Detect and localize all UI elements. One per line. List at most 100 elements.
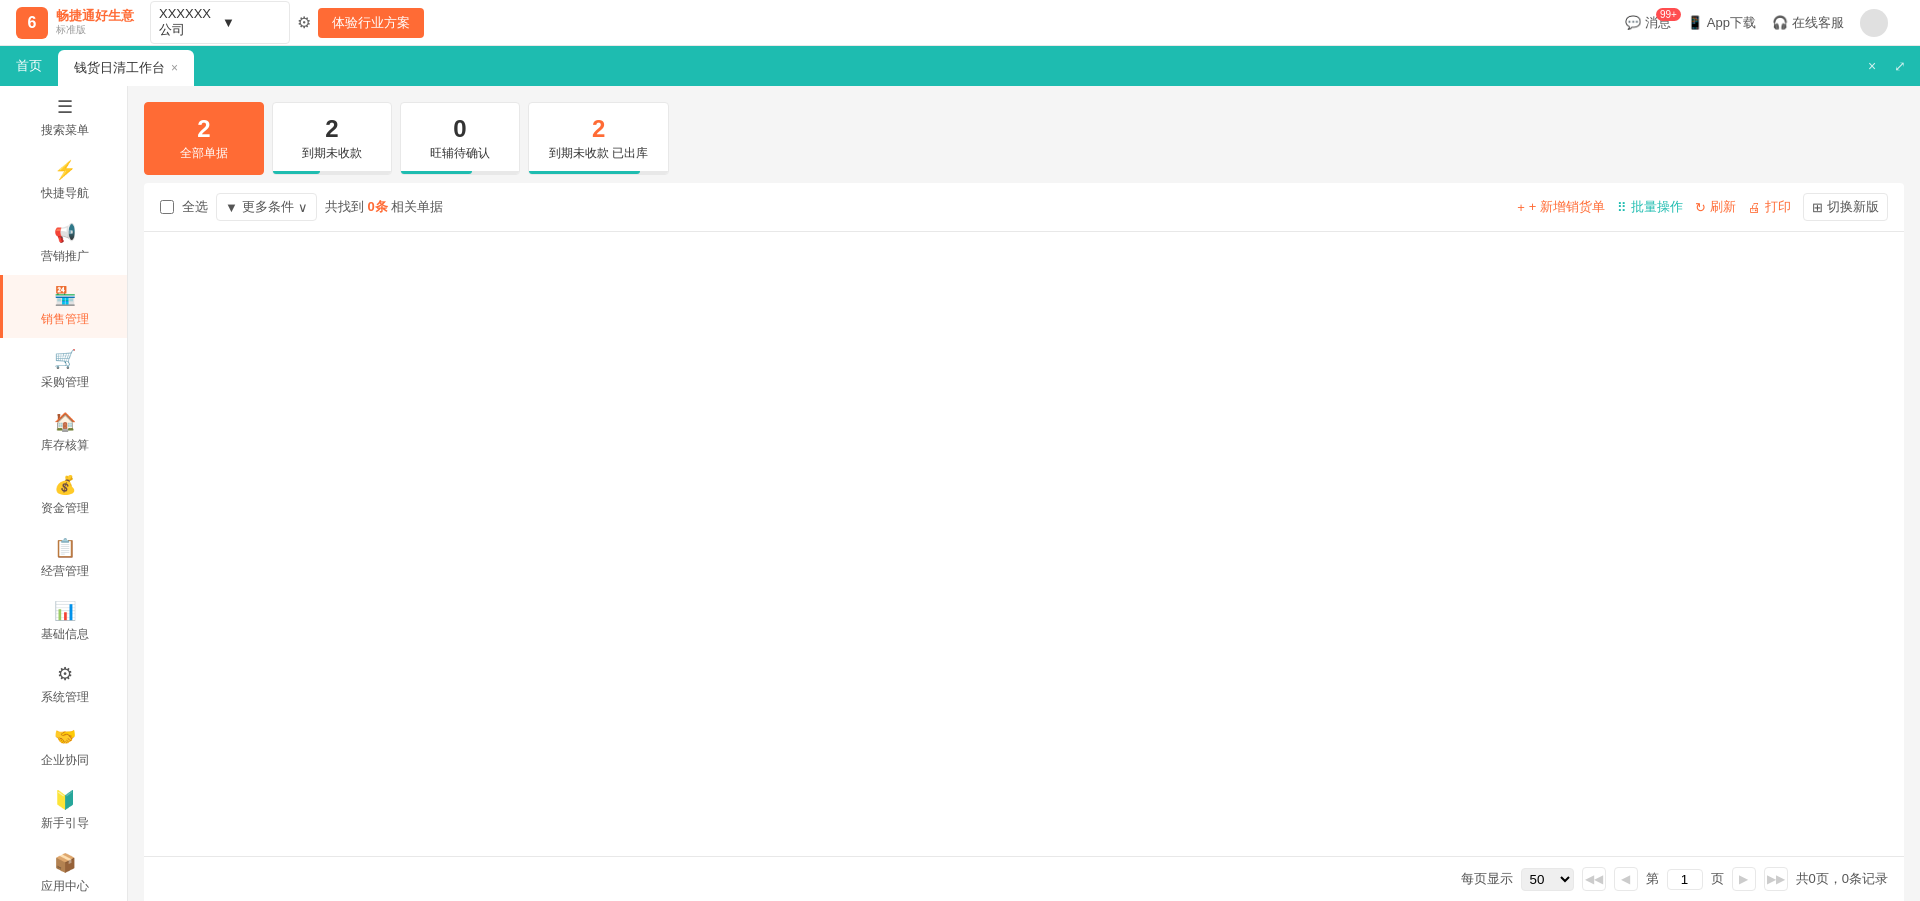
stat-label-all: 全部单据 [165, 145, 243, 162]
sidebar: ☰ 搜索菜单 ⚡ 快捷导航 📢 营销推广 🏪 销售管理 🛒 采购管理 🏠 库存核… [0, 86, 128, 901]
last-page-button[interactable]: ▶▶ [1764, 867, 1788, 891]
add-order-button[interactable]: + + 新增销货单 [1517, 198, 1605, 216]
tab-active-label: 钱货日清工作台 [74, 59, 165, 77]
prev-page-button[interactable]: ◀ [1614, 867, 1638, 891]
page-suffix: 页 [1711, 870, 1724, 888]
search-menu-icon: ☰ [57, 96, 73, 118]
sidebar-label-sales: 销售管理 [41, 311, 89, 328]
tab-home[interactable]: 首页 [0, 46, 58, 86]
total-label: 共0页，0条记录 [1796, 870, 1888, 888]
sidebar-item-operations[interactable]: 📋 经营管理 [0, 527, 127, 590]
sidebar-item-apps[interactable]: 📦 应用中心 [0, 842, 127, 901]
message-badge: 99+ [1656, 8, 1681, 21]
settings-button[interactable]: ⚙ [290, 9, 318, 37]
dropdown-icon: ▼ [222, 15, 281, 30]
switch-version-button[interactable]: ⊞ 切换新版 [1803, 193, 1888, 221]
select-all-checkbox[interactable] [160, 200, 174, 214]
sidebar-item-search-menu[interactable]: ☰ 搜索菜单 [0, 86, 127, 149]
sidebar-label-finance: 资金管理 [41, 500, 89, 517]
page-number-input[interactable] [1667, 869, 1703, 890]
page-size-select[interactable]: 50 100 200 [1521, 868, 1574, 891]
header-right: 💬 消息 99+ 📱 App下载 🎧 在线客服 [1625, 9, 1904, 37]
stat-num-pending: 0 [421, 115, 499, 143]
sidebar-item-guide[interactable]: 🔰 新手引导 [0, 779, 127, 842]
table-area [144, 232, 1904, 856]
page-size-label: 每页显示 [1461, 870, 1513, 888]
sidebar-item-coop[interactable]: 🤝 企业协同 [0, 716, 127, 779]
filter-label: 更多条件 [242, 198, 294, 216]
sidebar-item-sales[interactable]: 🏪 销售管理 [0, 275, 127, 338]
select-all-label[interactable]: 全选 [182, 198, 208, 216]
stat-card-all[interactable]: 2 全部单据 [144, 102, 264, 175]
filter-chevron: ∨ [298, 200, 308, 215]
content-area: 2 全部单据 2 到期未收款 0 旺辅待确认 2 到期未收款 已出库 全选 [128, 86, 1920, 901]
marketing-icon: 📢 [54, 222, 76, 244]
company-selector[interactable]: XXXXXX公司 ▼ [150, 1, 290, 44]
refresh-button[interactable]: ↻ 刷新 [1695, 198, 1736, 216]
sidebar-item-base-info[interactable]: 📊 基础信息 [0, 590, 127, 653]
sidebar-label-guide: 新手引导 [41, 815, 89, 832]
operations-icon: 📋 [54, 537, 76, 559]
tab-bar: 首页 钱货日清工作台 × × ⤢ [0, 46, 1920, 86]
stat-label-overdue: 到期未收款 [293, 145, 371, 162]
sales-icon: 🏪 [54, 285, 76, 307]
finance-icon: 💰 [54, 474, 76, 496]
top-header: 6 畅捷通好生意 标准版 XXXXXX公司 ▼ ⚙ 体验行业方案 💬 消息 99… [0, 0, 1920, 46]
sidebar-label-apps: 应用中心 [41, 878, 89, 895]
logo-icon: 6 [16, 7, 48, 39]
quick-nav-icon: ⚡ [54, 159, 76, 181]
window-close-button[interactable]: × [1860, 54, 1884, 78]
trial-button[interactable]: 体验行业方案 [318, 8, 424, 38]
app-icon: 📱 [1687, 15, 1703, 30]
sidebar-label-base-info: 基础信息 [41, 626, 89, 643]
stat-num-overdue: 2 [293, 115, 371, 143]
stat-label-overdue-out: 到期未收款 已出库 [549, 145, 648, 162]
service-label: 在线客服 [1792, 14, 1844, 32]
stat-label-pending: 旺辅待确认 [421, 145, 499, 162]
next-page-button[interactable]: ▶ [1732, 867, 1756, 891]
avatar[interactable] [1860, 9, 1888, 37]
sidebar-item-finance[interactable]: 💰 资金管理 [0, 464, 127, 527]
message-icon: 💬 [1625, 15, 1641, 30]
message-button[interactable]: 💬 消息 99+ [1625, 14, 1671, 32]
app-download-button[interactable]: 📱 App下载 [1687, 14, 1756, 32]
sidebar-label-quick-nav: 快捷导航 [41, 185, 89, 202]
print-button[interactable]: 🖨 打印 [1748, 198, 1791, 216]
tab-active[interactable]: 钱货日清工作台 × [58, 50, 194, 86]
filter-icon: ▼ [225, 200, 238, 215]
sidebar-label-system: 系统管理 [41, 689, 89, 706]
stat-num-all: 2 [165, 115, 243, 143]
guide-icon: 🔰 [54, 789, 76, 811]
sidebar-item-system[interactable]: ⚙ 系统管理 [0, 653, 127, 716]
stat-card-pending[interactable]: 0 旺辅待确认 [400, 102, 520, 175]
coop-icon: 🤝 [54, 726, 76, 748]
toolbar-right: + + 新增销货单 ⠿ 批量操作 ↻ 刷新 🖨 打印 ⊞ 切换新版 [1517, 193, 1888, 221]
pagination: 每页显示 50 100 200 ◀◀ ◀ 第 页 ▶ ▶▶ 共0页，0条记录 [144, 856, 1904, 901]
sidebar-item-purchase[interactable]: 🛒 采购管理 [0, 338, 127, 401]
window-maximize-button[interactable]: ⤢ [1888, 54, 1912, 78]
sidebar-label-coop: 企业协同 [41, 752, 89, 769]
first-page-button[interactable]: ◀◀ [1582, 867, 1606, 891]
found-text: 共找到 0条 相关单据 [325, 198, 443, 216]
stat-card-overdue-out[interactable]: 2 到期未收款 已出库 [528, 102, 669, 175]
tab-close-icon[interactable]: × [171, 61, 178, 75]
inventory-icon: 🏠 [54, 411, 76, 433]
sidebar-label-operations: 经营管理 [41, 563, 89, 580]
refresh-icon: ↻ [1695, 200, 1706, 215]
stats-row: 2 全部单据 2 到期未收款 0 旺辅待确认 2 到期未收款 已出库 [128, 86, 1920, 175]
batch-button[interactable]: ⠿ 批量操作 [1617, 198, 1683, 216]
logo-area: 6 畅捷通好生意 标准版 [16, 7, 134, 39]
found-count: 0条 [368, 199, 388, 214]
tab-home-label: 首页 [16, 57, 42, 75]
filter-button[interactable]: ▼ 更多条件 ∨ [216, 193, 317, 221]
sidebar-item-inventory[interactable]: 🏠 库存核算 [0, 401, 127, 464]
stat-card-overdue[interactable]: 2 到期未收款 [272, 102, 392, 175]
online-service-button[interactable]: 🎧 在线客服 [1772, 14, 1844, 32]
app-label: App下载 [1707, 14, 1756, 32]
purchase-icon: 🛒 [54, 348, 76, 370]
add-icon: + [1517, 200, 1525, 215]
base-info-icon: 📊 [54, 600, 76, 622]
sidebar-item-marketing[interactable]: 📢 营销推广 [0, 212, 127, 275]
header-left: 6 畅捷通好生意 标准版 XXXXXX公司 ▼ ⚙ 体验行业方案 [16, 1, 424, 44]
sidebar-item-quick-nav[interactable]: ⚡ 快捷导航 [0, 149, 127, 212]
